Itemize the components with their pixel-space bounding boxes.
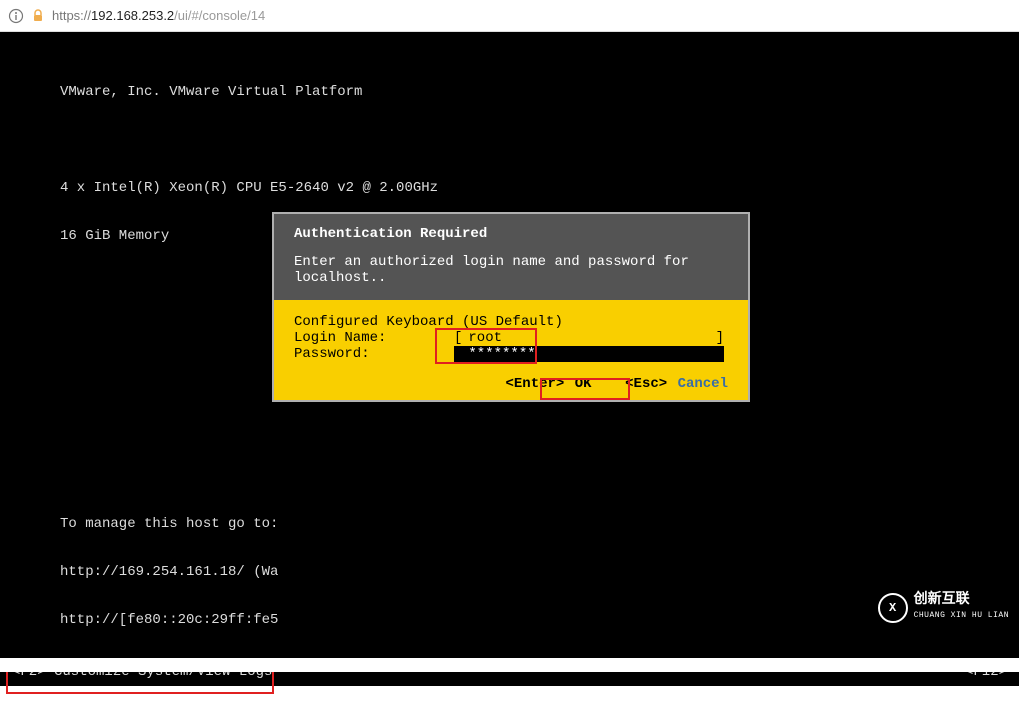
login-name-label: Login Name: — [294, 330, 454, 346]
watermark-brand: 创新互联 — [914, 592, 1009, 608]
watermark-logo-icon: X — [878, 593, 908, 623]
auth-dialog-header: Authentication Required Enter an authori… — [274, 214, 748, 300]
login-name-value: root — [464, 330, 502, 346]
info-icon — [8, 8, 24, 24]
auth-dialog-body: Configured Keyboard (US Default) Login N… — [274, 300, 748, 400]
keyboard-config-line: Configured Keyboard (US Default) — [294, 314, 728, 330]
cpu-line: 4 x Intel(R) Xeon(R) CPU E5-2640 v2 @ 2.… — [0, 180, 1019, 196]
url-display[interactable]: https://192.168.253.2/ui/#/console/14 — [52, 8, 265, 23]
password-row: Password: [ ******** ] — [294, 346, 728, 362]
watermark-sub: CHUANG XIN HU LIAN — [914, 608, 1009, 624]
login-name-row: Login Name: [ root ] — [294, 330, 728, 346]
cancel-button[interactable]: <Esc> Cancel — [625, 376, 728, 392]
url-proto: https:// — [52, 8, 91, 23]
watermark: X 创新互联 CHUANG XIN HU LIAN — [878, 592, 1009, 624]
vmware-console: VMware, Inc. VMware Virtual Platform 4 x… — [0, 32, 1019, 658]
ok-button[interactable]: <Enter> OK — [506, 376, 600, 392]
password-label: Password: — [294, 346, 454, 362]
login-name-field[interactable]: [ root ] — [454, 330, 724, 346]
password-field[interactable]: [ ******** ] — [454, 346, 724, 362]
host-url-1: http://169.254.161.18/ (Wa — [0, 564, 1019, 580]
lock-warning-icon — [30, 8, 46, 24]
manage-host-line: To manage this host go to: — [0, 516, 1019, 532]
url-host: 192.168.253.2 — [91, 8, 174, 23]
vendor-line: VMware, Inc. VMware Virtual Platform — [0, 84, 1019, 100]
auth-dialog-title: Authentication Required — [294, 226, 728, 242]
divider — [0, 658, 1019, 672]
auth-dialog: Authentication Required Enter an authori… — [272, 212, 750, 402]
address-bar: https://192.168.253.2/ui/#/console/14 — [0, 0, 1019, 32]
url-path: /ui/#/console/14 — [174, 8, 265, 23]
auth-dialog-message: Enter an authorized login name and passw… — [294, 254, 728, 286]
password-value: ******** — [464, 346, 535, 362]
host-url-2: http://[fe80::20c:29ff:fe5 — [0, 612, 1019, 628]
auth-dialog-actions: <Enter> OK <Esc> Cancel — [294, 362, 728, 392]
